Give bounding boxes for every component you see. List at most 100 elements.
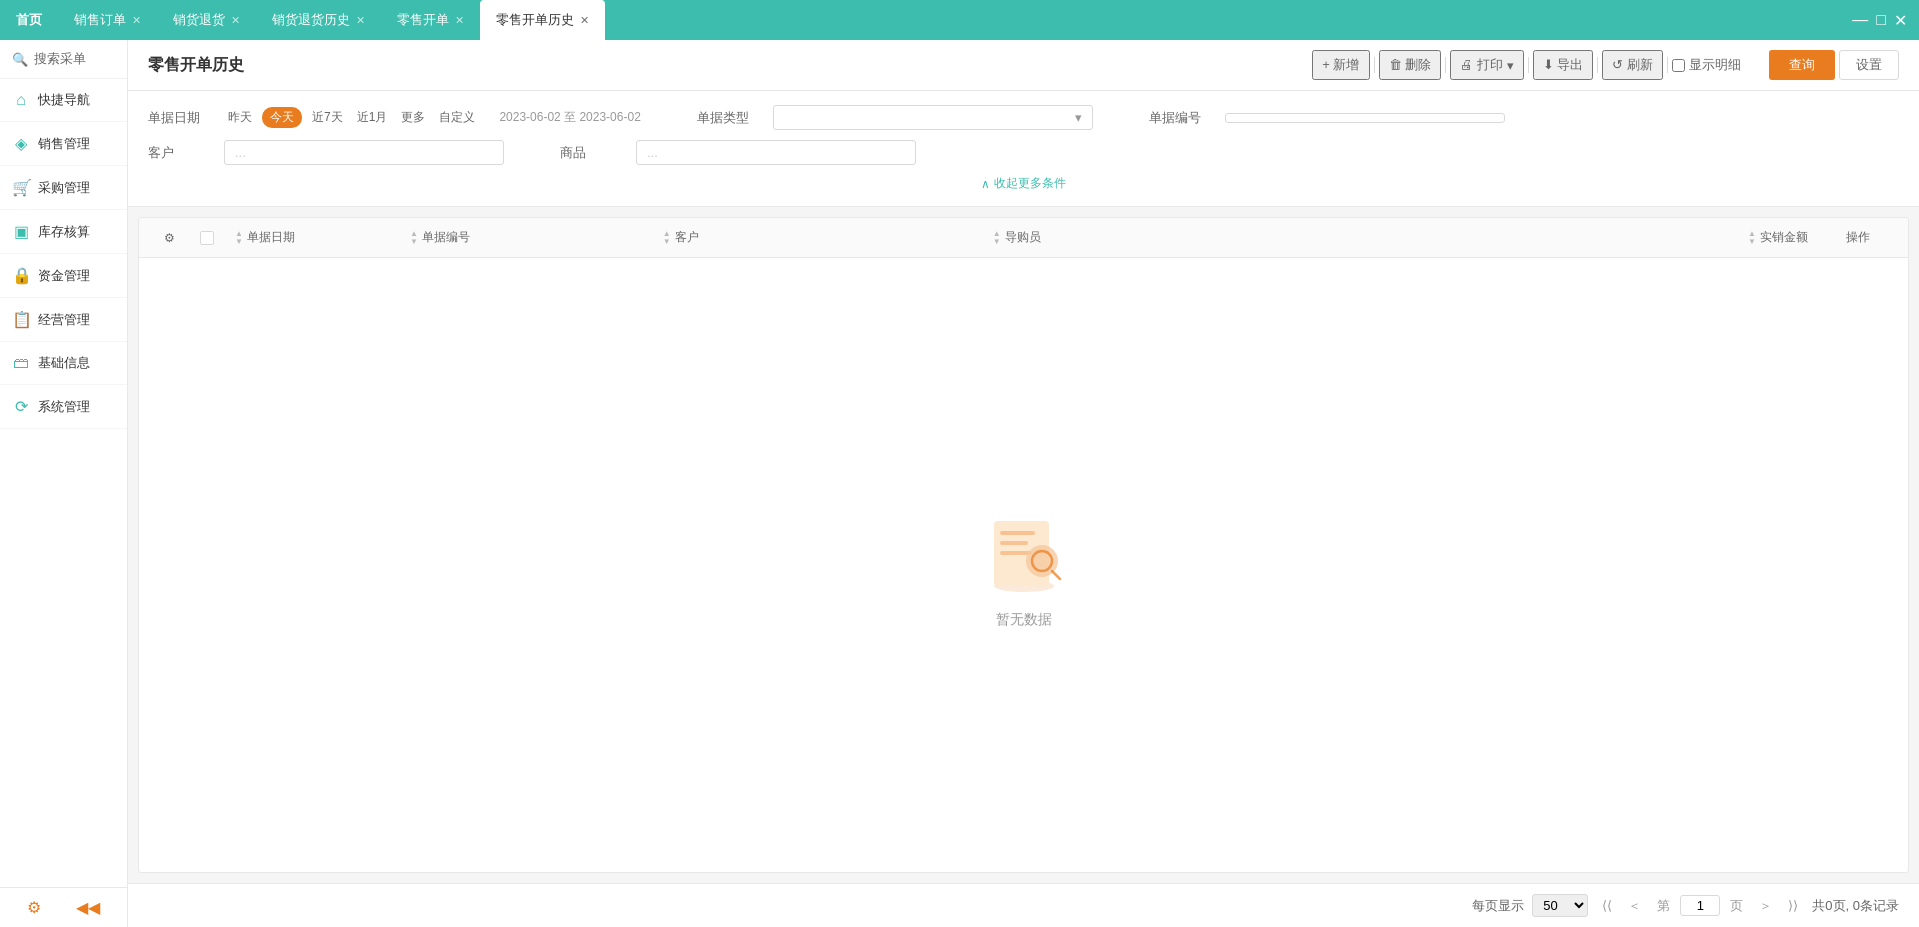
- goods-placeholder: ...: [647, 145, 658, 160]
- tab-bar: 首页 销售订单 ✕ 销货退货 ✕ 销货退货历史 ✕ 零售开单 ✕ 零售开单历史 …: [0, 0, 1919, 40]
- refresh-button[interactable]: ↺ 刷新: [1602, 50, 1663, 80]
- tab-retail-order[interactable]: 零售开单 ✕: [381, 0, 480, 40]
- settings-button[interactable]: 设置: [1839, 50, 1899, 80]
- svg-rect-2: [1000, 531, 1035, 535]
- sidebar-item-management[interactable]: 📋 经营管理: [0, 298, 127, 342]
- last7-btn[interactable]: 近7天: [308, 107, 347, 128]
- svg-rect-3: [1000, 541, 1028, 545]
- order-no-input[interactable]: [1225, 113, 1505, 123]
- table-area: ⚙ ▲▼ 单据日期 ▲▼ 单据编号 ▲▼ 客户 ▲▼ 导: [138, 217, 1909, 873]
- col-settings[interactable]: ⚙: [149, 231, 189, 245]
- col-amount-label: 实销金额: [1760, 229, 1808, 246]
- refresh-button-label: ↺ 刷新: [1612, 56, 1653, 74]
- tab-sales-order-close[interactable]: ✕: [132, 14, 141, 27]
- tab-sales-return-history-close[interactable]: ✕: [356, 14, 365, 27]
- print-button[interactable]: 🖨 打印 ▾: [1450, 50, 1524, 80]
- col-amount[interactable]: ▲▼ 实销金额: [1643, 229, 1818, 246]
- col-actions-label: 操作: [1846, 229, 1870, 246]
- empty-state: 暂无数据: [139, 258, 1908, 872]
- minimize-btn[interactable]: —: [1852, 11, 1868, 29]
- col-order-no[interactable]: ▲▼ 单据编号: [400, 229, 653, 246]
- settings-gear-icon[interactable]: ⚙: [27, 898, 41, 917]
- tab-retail-order-label: 零售开单: [397, 11, 449, 29]
- customer-input[interactable]: ...: [224, 140, 504, 165]
- export-button[interactable]: ⬇ 导出: [1533, 50, 1594, 80]
- type-dropdown-icon: ▾: [1075, 110, 1082, 125]
- sidebar-item-system-label: 系统管理: [38, 398, 90, 416]
- display-detail-label: 显示明细: [1689, 56, 1741, 74]
- col-actions: 操作: [1818, 229, 1898, 246]
- collapse-button[interactable]: ∧ 收起更多条件: [148, 175, 1899, 192]
- display-detail-checkbox[interactable]: [1672, 59, 1685, 72]
- page-size-select[interactable]: 50 20 100: [1532, 894, 1588, 917]
- sidebar-item-inventory[interactable]: ▣ 库存核算: [0, 210, 127, 254]
- new-button-label: + 新增: [1322, 56, 1359, 74]
- finance-icon: 🔒: [12, 266, 30, 285]
- new-button[interactable]: + 新增: [1312, 50, 1369, 80]
- tab-sales-return-history[interactable]: 销货退货历史 ✕: [256, 0, 381, 40]
- sidebar-item-inventory-label: 库存核算: [38, 223, 90, 241]
- delete-button[interactable]: 🗑 删除: [1379, 50, 1442, 80]
- sidebar-search-label: 搜索采单: [34, 50, 86, 68]
- custom-btn[interactable]: 自定义: [435, 107, 479, 128]
- sidebar-search[interactable]: 🔍 搜索采单: [0, 40, 127, 79]
- sidebar-item-quicknav-label: 快捷导航: [38, 91, 90, 109]
- type-select[interactable]: ▾: [773, 105, 1093, 130]
- tab-sales-return[interactable]: 销货退货 ✕: [157, 0, 256, 40]
- col-date[interactable]: ▲▼ 单据日期: [225, 229, 400, 246]
- customer-placeholder: ...: [235, 145, 246, 160]
- col-customer[interactable]: ▲▼ 客户: [653, 229, 983, 246]
- collapse-label: 收起更多条件: [994, 175, 1066, 192]
- content-area: 零售开单历史 + 新增 🗑 删除 🖨 打印 ▾ ⬇ 导出: [128, 40, 1919, 927]
- page-label: 第: [1651, 895, 1676, 917]
- collapse-sidebar-icon[interactable]: ◀◀: [76, 898, 100, 917]
- tab-home[interactable]: 首页: [0, 0, 58, 40]
- close-btn[interactable]: ✕: [1894, 11, 1907, 30]
- tab-retail-order-close[interactable]: ✕: [455, 14, 464, 27]
- col-checkbox[interactable]: [189, 231, 225, 245]
- pagination: 每页显示 50 20 100 ⟨⟨ ＜ 第 页 ＞ ⟩⟩ 共0页, 0条记录: [128, 883, 1919, 927]
- select-all-checkbox[interactable]: [200, 231, 214, 245]
- sidebar-item-finance[interactable]: 🔒 资金管理: [0, 254, 127, 298]
- tab-sales-return-close[interactable]: ✕: [231, 14, 240, 27]
- sidebar-item-sales[interactable]: ◈ 销售管理: [0, 122, 127, 166]
- sidebar-item-basicinfo-label: 基础信息: [38, 354, 90, 372]
- page-input[interactable]: [1680, 895, 1720, 916]
- sidebar-item-system[interactable]: ⟳ 系统管理: [0, 385, 127, 429]
- goods-input[interactable]: ...: [636, 140, 916, 165]
- home-icon: ⌂: [12, 91, 30, 109]
- order-no-label: 单据编号: [1149, 109, 1209, 127]
- yesterday-btn[interactable]: 昨天: [224, 107, 256, 128]
- empty-text: 暂无数据: [996, 611, 1052, 629]
- sidebar-item-quicknav[interactable]: ⌂ 快捷导航: [0, 79, 127, 122]
- col-guide[interactable]: ▲▼ 导购员: [983, 229, 1158, 246]
- type-filter-label: 单据类型: [697, 109, 757, 127]
- system-icon: ⟳: [12, 397, 30, 416]
- print-dropdown-icon: ▾: [1507, 58, 1514, 73]
- more-btn[interactable]: 更多: [397, 107, 429, 128]
- last-page-btn[interactable]: ⟩⟩: [1782, 896, 1804, 915]
- goods-filter-label: 商品: [560, 144, 620, 162]
- today-btn[interactable]: 今天: [262, 107, 302, 128]
- query-button[interactable]: 查询: [1769, 50, 1835, 80]
- tab-sales-order[interactable]: 销售订单 ✕: [58, 0, 157, 40]
- tab-retail-history[interactable]: 零售开单历史 ✕: [480, 0, 605, 40]
- next-page-btn[interactable]: ＞: [1753, 895, 1778, 917]
- first-page-btn[interactable]: ⟨⟨: [1596, 896, 1618, 915]
- sales-icon: ◈: [12, 134, 30, 153]
- prev-page-btn[interactable]: ＜: [1622, 895, 1647, 917]
- tab-retail-history-close[interactable]: ✕: [580, 14, 589, 27]
- sidebar-item-purchase[interactable]: 🛒 采购管理: [0, 166, 127, 210]
- collapse-icon: ∧: [981, 177, 990, 191]
- page-nav: ⟨⟨ ＜ 第 页 ＞ ⟩⟩: [1596, 895, 1804, 917]
- display-detail-toggle[interactable]: 显示明细: [1672, 56, 1741, 74]
- export-button-label: ⬇ 导出: [1543, 56, 1584, 74]
- svg-rect-4: [1000, 551, 1032, 555]
- sidebar-item-sales-label: 销售管理: [38, 135, 90, 153]
- last-month-btn[interactable]: 近1月: [353, 107, 392, 128]
- maximize-btn[interactable]: □: [1876, 11, 1886, 29]
- date-range-display: 2023-06-02 至 2023-06-02: [499, 109, 640, 126]
- basicinfo-icon: 🗃: [12, 354, 30, 372]
- sidebar-item-basic-info[interactable]: 🗃 基础信息: [0, 342, 127, 385]
- delete-button-label: 🗑 删除: [1389, 56, 1432, 74]
